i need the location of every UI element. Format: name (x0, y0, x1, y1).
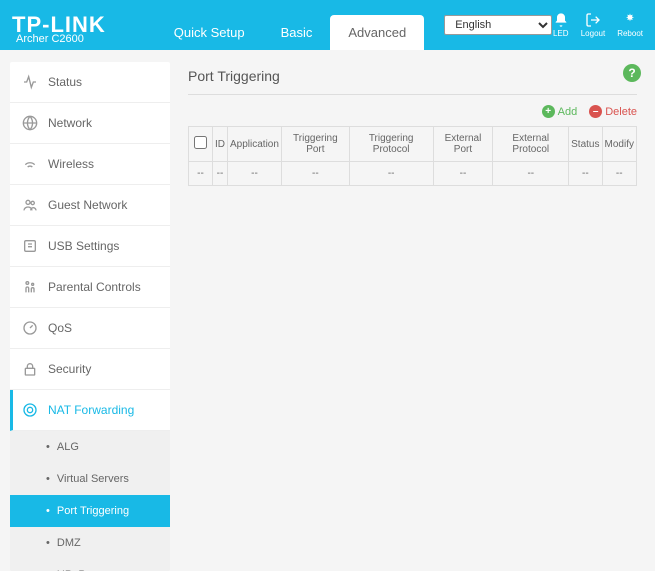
globe-icon (22, 115, 38, 131)
led-button[interactable]: LED (553, 12, 569, 38)
reboot-icon (622, 12, 638, 28)
subitem-port-triggering[interactable]: Port Triggering (10, 495, 170, 527)
gauge-icon (22, 320, 38, 336)
model-label: Archer C2600 (16, 33, 84, 45)
logout-button[interactable]: Logout (581, 12, 605, 38)
col-external-protocol: External Protocol (493, 127, 569, 162)
nat-icon (22, 402, 38, 418)
table-empty-row: ------------------ (189, 162, 637, 186)
nat-submenu: ALG Virtual Servers Port Triggering DMZ … (10, 431, 170, 571)
col-status: Status (569, 127, 602, 162)
subitem-alg[interactable]: ALG (10, 431, 170, 463)
header-actions: LED Logout Reboot (553, 12, 643, 38)
col-triggering-port: Triggering Port (281, 127, 349, 162)
usb-icon (22, 238, 38, 254)
sidebar-item-guest[interactable]: Guest Network (10, 185, 170, 226)
bell-icon (553, 12, 569, 28)
table-actions: +Add –Delete (188, 105, 637, 118)
parental-icon (22, 279, 38, 295)
help-button[interactable]: ? (623, 64, 641, 82)
content: Status Network Wireless Guest Network US… (0, 50, 655, 571)
tab-quick-setup[interactable]: Quick Setup (156, 15, 263, 50)
sidebar-item-parental[interactable]: Parental Controls (10, 267, 170, 308)
lock-icon (22, 361, 38, 377)
sidebar-item-usb[interactable]: USB Settings (10, 226, 170, 267)
language-select[interactable]: English (444, 15, 552, 35)
users-icon (22, 197, 38, 213)
sidebar-item-wireless[interactable]: Wireless (10, 144, 170, 185)
main-nav: Quick Setup Basic Advanced (156, 10, 424, 50)
col-modify: Modify (602, 127, 637, 162)
subitem-upnp[interactable]: UPnP (10, 559, 170, 571)
sidebar-item-qos[interactable]: QoS (10, 308, 170, 349)
add-button[interactable]: +Add (542, 105, 578, 118)
delete-button[interactable]: –Delete (589, 105, 637, 118)
main-panel: ? Port Triggering +Add –Delete ID Applic… (170, 50, 655, 571)
tab-advanced[interactable]: Advanced (330, 15, 424, 50)
sidebar: Status Network Wireless Guest Network US… (10, 62, 170, 571)
tab-basic[interactable]: Basic (263, 15, 331, 50)
sidebar-item-status[interactable]: Status (10, 62, 170, 103)
sidebar-item-nat[interactable]: NAT Forwarding (10, 390, 170, 431)
plus-icon: + (542, 105, 555, 118)
reboot-button[interactable]: Reboot (617, 12, 643, 38)
logout-icon (585, 12, 601, 28)
wifi-icon (22, 156, 38, 172)
table-header-row: ID Application Triggering Port Triggerin… (189, 127, 637, 162)
col-triggering-protocol: Triggering Protocol (349, 127, 433, 162)
port-triggering-table: ID Application Triggering Port Triggerin… (188, 126, 637, 186)
sidebar-item-network[interactable]: Network (10, 103, 170, 144)
col-application: Application (228, 127, 282, 162)
sidebar-item-security[interactable]: Security (10, 349, 170, 390)
page-title: Port Triggering (188, 68, 637, 95)
col-external-port: External Port (433, 127, 493, 162)
minus-icon: – (589, 105, 602, 118)
col-id: ID (213, 127, 228, 162)
status-icon (22, 74, 38, 90)
subitem-dmz[interactable]: DMZ (10, 527, 170, 559)
header: TP-LINK Archer C2600 Quick Setup Basic A… (0, 0, 655, 50)
subitem-virtual-servers[interactable]: Virtual Servers (10, 463, 170, 495)
select-all-checkbox[interactable] (194, 136, 207, 149)
